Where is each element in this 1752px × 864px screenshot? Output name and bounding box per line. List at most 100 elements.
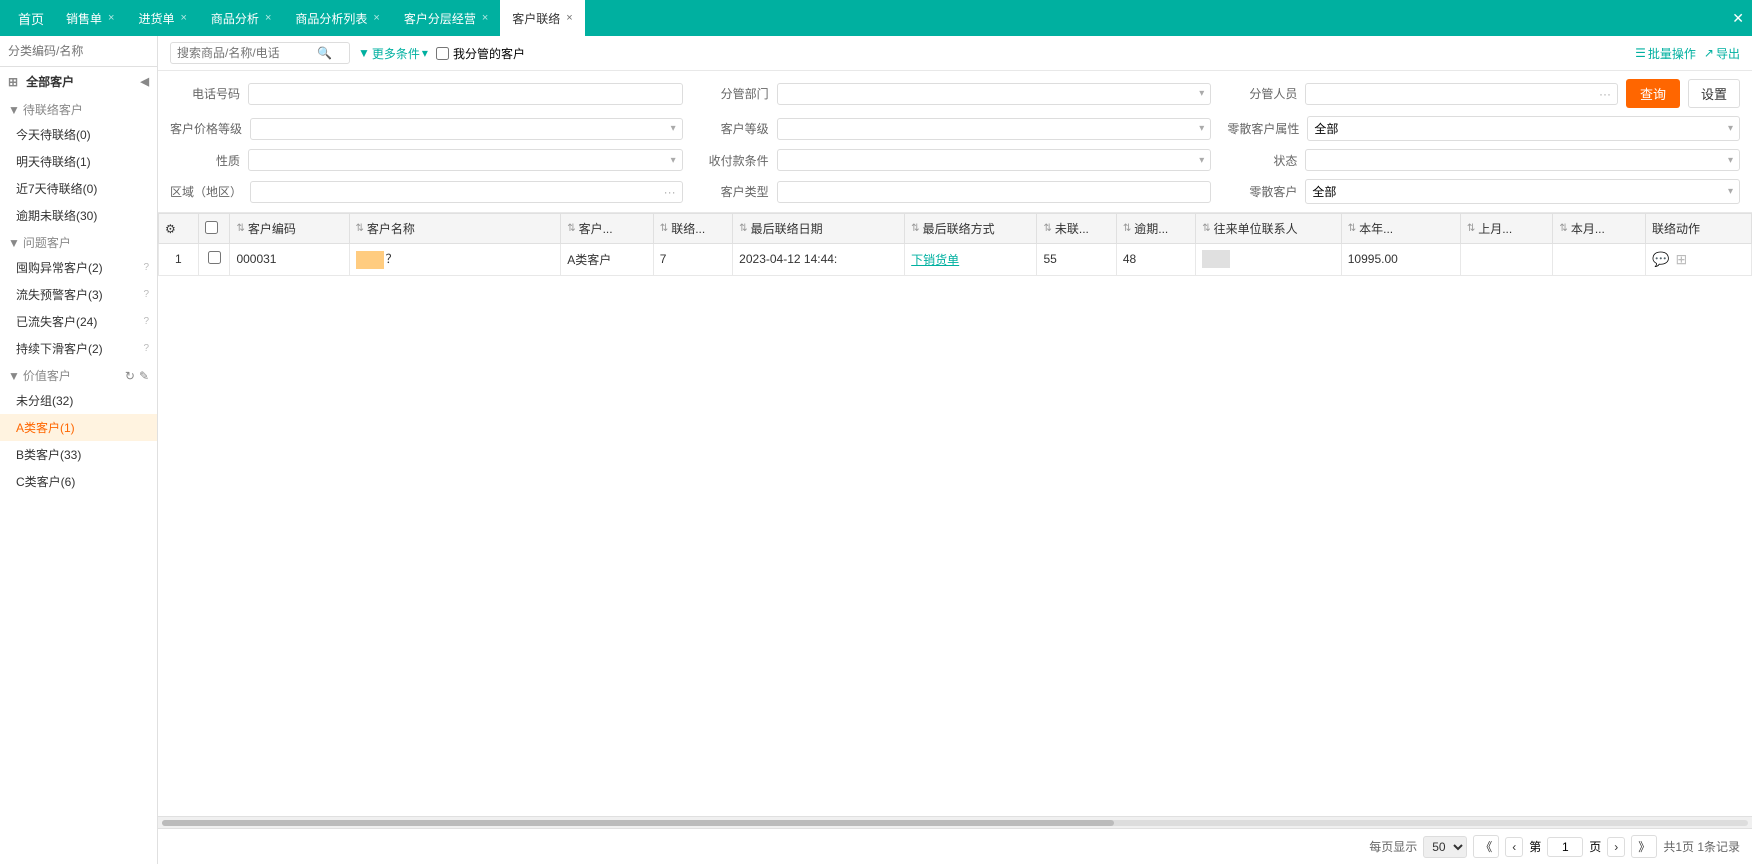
per-page-select[interactable]: 50: [1423, 836, 1467, 858]
filter-search-icon[interactable]: 🔍: [317, 46, 332, 60]
nav-analysis-list[interactable]: 商品分析列表 ×: [283, 0, 391, 36]
nav-home[interactable]: 首页: [8, 0, 54, 36]
sidebar-search-input[interactable]: [8, 44, 158, 58]
sidebar-item-class-b[interactable]: B类客户(33): [0, 441, 157, 468]
edit-icon[interactable]: ✎: [139, 369, 149, 383]
settings-button[interactable]: 设置: [1688, 79, 1740, 108]
nav-close-customer-tier[interactable]: ×: [482, 12, 488, 24]
region-input[interactable]: [257, 185, 664, 199]
phone-input[interactable]: [255, 87, 676, 101]
price-level-input[interactable]: [257, 122, 671, 136]
th-last-date: ⇅最后联络日期: [733, 214, 905, 244]
prev-page-btn[interactable]: ‹: [1505, 837, 1523, 857]
help-icon-churn-risk[interactable]: ?: [143, 289, 149, 300]
sidebar-item-overdue[interactable]: 逾期未联络(30): [0, 202, 157, 229]
horizontal-scrollbar[interactable]: [158, 816, 1752, 828]
window-close-icon[interactable]: ✕: [1732, 10, 1744, 27]
sidebar-collapse-btn[interactable]: ◀: [141, 75, 149, 88]
nav-close-purchase[interactable]: ×: [180, 12, 186, 24]
row-checkbox-cell: [198, 244, 230, 276]
nav-close-customer-contact[interactable]: ×: [566, 12, 572, 24]
row-checkbox[interactable]: [208, 251, 221, 264]
sidebar-item-class-a[interactable]: A类客户(1): [0, 414, 157, 441]
filter-price-level-dropdown[interactable]: ▾: [250, 118, 683, 140]
top-nav: 首页 销售单 × 进货单 × 商品分析 × 商品分析列表 × 客户分层经营 × …: [0, 0, 1752, 36]
sidebar-item-hoarder[interactable]: 囤购异常客户(2) ?: [0, 254, 157, 281]
nav-close-sales[interactable]: ×: [108, 12, 114, 24]
row-action-group: 💬 ⊞: [1652, 251, 1745, 268]
filter-cust-type-input[interactable]: [777, 181, 1212, 203]
filter-row-payment: 收付款条件 ▾: [699, 149, 1212, 171]
filter-search-wrap: 🔍: [170, 42, 350, 64]
filter-status-dropdown[interactable]: ▾: [1305, 149, 1740, 171]
last-contact-way-link[interactable]: 下销货单: [911, 253, 959, 267]
nature-input[interactable]: [255, 153, 671, 167]
cust-level-arrow-icon: ▾: [1199, 123, 1204, 134]
status-input[interactable]: [1312, 153, 1728, 167]
nav-purchase[interactable]: 进货单 ×: [126, 0, 198, 36]
filter-phone-input[interactable]: [248, 83, 683, 105]
th-cust-type: ⇅客户...: [561, 214, 654, 244]
filter-row-phone: 电话号码: [170, 79, 683, 108]
filter-payment-dropdown[interactable]: ▾: [777, 149, 1212, 171]
sidebar-item-declining[interactable]: 持续下滑客户(2) ?: [0, 335, 157, 362]
unit-contact-placeholder: [1202, 250, 1230, 268]
cust-type-input[interactable]: [784, 185, 1205, 199]
batch-icon: ☰: [1635, 46, 1646, 60]
filter-search-input[interactable]: [177, 46, 317, 60]
filter-nature-dropdown[interactable]: ▾: [248, 149, 683, 171]
manager-input[interactable]: [1312, 87, 1599, 101]
sidebar-item-tomorrow[interactable]: 明天待联络(1): [0, 148, 157, 175]
help-icon-declining[interactable]: ?: [143, 343, 149, 354]
filter-region-input[interactable]: ···: [250, 181, 683, 203]
my-customers-checkbox[interactable]: [436, 47, 449, 60]
filter-row-nature: 性质 ▾: [170, 149, 683, 171]
sidebar-all-customers[interactable]: ⊞ 全部客户 ◀: [0, 67, 157, 96]
region-dots-icon[interactable]: ···: [664, 185, 676, 199]
dept-input[interactable]: [784, 87, 1200, 101]
nav-close-analysis-list[interactable]: ×: [373, 12, 379, 24]
filter-more-btn[interactable]: ▼ 更多条件 ▾: [358, 45, 428, 62]
query-button[interactable]: 查询: [1626, 79, 1680, 108]
comment-icon[interactable]: 💬: [1652, 251, 1669, 268]
th-this-year: ⇅本年...: [1341, 214, 1460, 244]
filter-manager-input[interactable]: ···: [1305, 83, 1618, 105]
export-button[interactable]: ↗ 导出: [1704, 45, 1740, 62]
filter-dept-dropdown[interactable]: ▾: [777, 83, 1212, 105]
nav-close-analysis[interactable]: ×: [265, 12, 271, 24]
sidebar-item-unclassified[interactable]: 未分组(32): [0, 387, 157, 414]
sidebar-item-churn-risk[interactable]: 流失预警客户(3) ?: [0, 281, 157, 308]
sidebar-item-class-c[interactable]: C类客户(6): [0, 468, 157, 495]
select-all-checkbox[interactable]: [205, 221, 218, 234]
manager-dots-icon[interactable]: ···: [1599, 87, 1611, 101]
nav-customer-contact[interactable]: 客户联络 ×: [500, 0, 584, 36]
per-page-label: 每页显示: [1369, 838, 1417, 855]
sidebar-group-value-actions: ↻ ✎: [125, 369, 149, 383]
sidebar-item-today[interactable]: 今天待联络(0): [0, 121, 157, 148]
sidebar-item-7days[interactable]: 近7天待联络(0): [0, 175, 157, 202]
last-page-btn[interactable]: 》: [1631, 835, 1657, 858]
help-icon-hoarder[interactable]: ?: [143, 262, 149, 273]
payment-input[interactable]: [784, 153, 1200, 167]
sidebar-item-churned[interactable]: 已流失客户(24) ?: [0, 308, 157, 335]
page-of-label: 页: [1589, 838, 1601, 855]
nav-customer-tier[interactable]: 客户分层经营 ×: [392, 0, 500, 36]
my-customers-checkbox-wrap[interactable]: 我分管的客户: [436, 45, 525, 62]
link-icon[interactable]: ⊞: [1675, 251, 1687, 268]
filter-retail-dropdown[interactable]: 全部 ▾: [1305, 179, 1740, 204]
table-header-row: ⚙ ⇅客户编码 ⇅客户名称 ⇅客户...: [159, 214, 1752, 244]
batch-op-button[interactable]: ☰ 批量操作: [1635, 45, 1696, 62]
row-last-month: [1460, 244, 1553, 276]
cust-level-input[interactable]: [784, 122, 1200, 136]
filter-retail-attr-dropdown[interactable]: 全部 ▾: [1307, 116, 1740, 141]
refresh-icon[interactable]: ↻: [125, 369, 135, 383]
nav-analysis[interactable]: 商品分析 ×: [199, 0, 283, 36]
first-page-btn[interactable]: 《: [1473, 835, 1499, 858]
filter-cust-level-dropdown[interactable]: ▾: [777, 118, 1212, 140]
page-num-input[interactable]: [1547, 837, 1583, 857]
nav-sales[interactable]: 销售单 ×: [54, 0, 126, 36]
next-page-btn[interactable]: ›: [1607, 837, 1625, 857]
help-icon-churned[interactable]: ?: [143, 316, 149, 327]
filter-icon: ▼: [358, 46, 370, 60]
scroll-thumb[interactable]: [162, 820, 1114, 826]
